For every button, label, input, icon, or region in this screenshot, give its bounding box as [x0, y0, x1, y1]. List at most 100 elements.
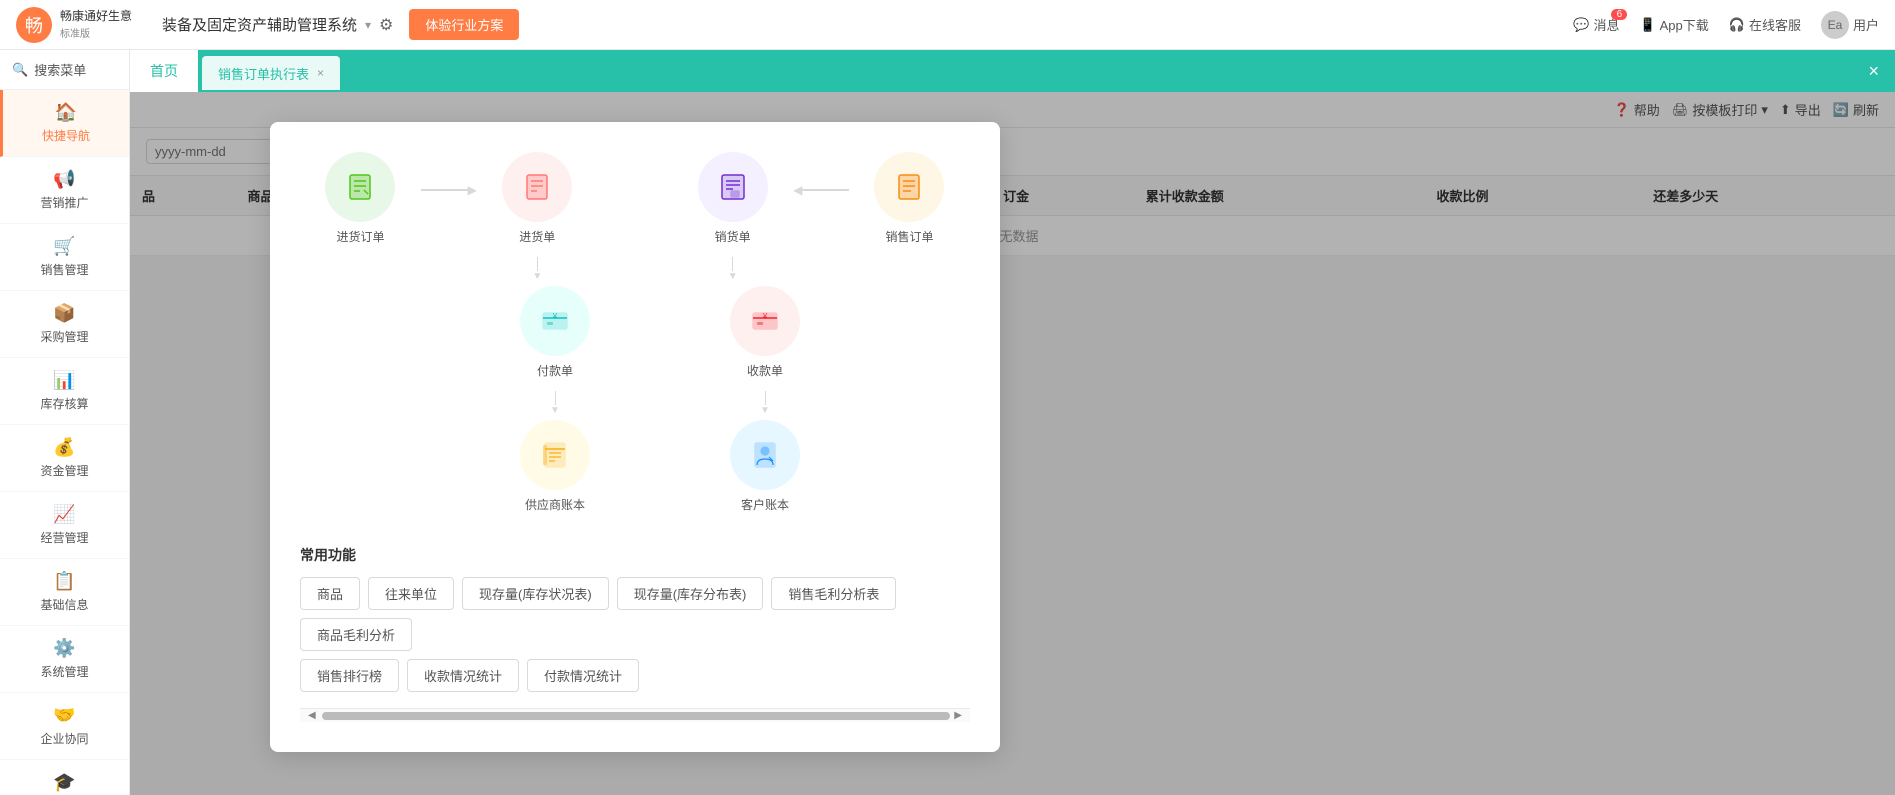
gear-icon[interactable]: ⚙: [379, 15, 393, 35]
megaphone-icon: 📢: [53, 169, 75, 190]
main-content: 首页 销售订单执行表 × × ❓ 帮助 🖨 按模板打印 ▾: [130, 50, 1895, 795]
down-arrow-purchase: ▼: [532, 257, 542, 282]
sidebar-item-quick[interactable]: 🏠 快捷导航: [0, 90, 129, 157]
trend-icon: 📈: [53, 504, 75, 525]
sidebar-item-basic[interactable]: 📋 基础信息: [0, 559, 129, 626]
circle-payment: ¥: [520, 286, 590, 356]
label-purchase-order: 进货订单: [336, 228, 384, 245]
app-download-btn[interactable]: 📱 App下载: [1639, 15, 1708, 34]
tab-sales-order[interactable]: 销售订单执行表 ×: [202, 56, 340, 90]
tab-close-btn[interactable]: ×: [317, 66, 324, 80]
func-btn-stock-dist[interactable]: 现存量(库存分布表): [617, 577, 764, 610]
label-customer-ledger: 客户账本: [741, 496, 789, 513]
sidebar-item-marketing[interactable]: 📢 营销推广: [0, 157, 129, 224]
online-service-btn[interactable]: 🎧 在线客服: [1729, 15, 1801, 34]
node-payment[interactable]: ¥ 付款单: [490, 286, 620, 379]
home-icon: 🏠: [55, 102, 77, 123]
sidebar-item-system[interactable]: ⚙️ 系统管理: [0, 626, 129, 693]
search-icon: 🔍: [12, 62, 28, 78]
cart-icon: 🛒: [53, 236, 75, 257]
flow-row-2: ¥ 付款单: [300, 286, 970, 379]
function-buttons-row2: 销售排行榜 收款情况统计 付款情况统计: [300, 659, 970, 692]
sidebar-item-purchase[interactable]: 📦 采购管理: [0, 291, 129, 358]
search-menu-btn[interactable]: 🔍 搜索菜单: [0, 50, 129, 90]
label-payment: 付款单: [537, 362, 573, 379]
node-purchase-bill[interactable]: 进货单: [477, 152, 598, 245]
sidebar-item-finance[interactable]: 💰 资金管理: [0, 425, 129, 492]
popup-box: 进货订单 ▶: [270, 122, 1000, 752]
flow-arrows-row: ▼ ▼: [300, 253, 970, 286]
sidebar-item-inventory[interactable]: 📊 库存核算: [0, 358, 129, 425]
func-btn-goods[interactable]: 商品: [300, 577, 360, 610]
common-functions-title: 常用功能: [300, 545, 970, 565]
node-receipt[interactable]: ¥ 收款单: [700, 286, 830, 379]
system-title-text: 装备及固定资产辅助管理系统: [162, 14, 357, 35]
headset-icon: 🎧: [1729, 17, 1745, 33]
label-receipt: 收款单: [747, 362, 783, 379]
chart-icon: 📊: [53, 370, 75, 391]
scroll-right-btn[interactable]: ▶: [950, 710, 966, 721]
flow-arrows-row2: ▼ ▼: [300, 387, 970, 420]
func-btn-payment-stats[interactable]: 付款情况统计: [527, 659, 639, 692]
user-area[interactable]: Ea 用户: [1821, 11, 1879, 39]
down-arrow-sales: ▼: [728, 257, 738, 282]
top-header: 畅 畅康通好生意 标准版 装备及固定资产辅助管理系统 ▾ ⚙ 体验行业方案 💬 …: [0, 0, 1895, 50]
function-buttons: 商品 往来单位 现存量(库存状况表) 现存量(库存分布表) 销售毛利分析表 商品…: [300, 577, 970, 651]
func-btn-partner[interactable]: 往来单位: [368, 577, 454, 610]
message-icon: 💬: [1573, 17, 1589, 33]
node-sales-bill[interactable]: 销货单: [672, 152, 793, 245]
circle-sales-bill: [698, 152, 768, 222]
tabs-bar: 首页 销售订单执行表 × ×: [130, 50, 1895, 92]
sidebar-item-coop[interactable]: 🤝 企业协同: [0, 693, 129, 760]
down-arrow-payment: ▼: [550, 391, 560, 416]
box-icon: 📦: [53, 303, 75, 324]
handshake-icon: 🤝: [53, 705, 75, 726]
label-sales-bill: 销货单: [715, 228, 751, 245]
sidebar-item-operation[interactable]: 📈 经营管理: [0, 492, 129, 559]
func-btn-sales-profit[interactable]: 销售毛利分析表: [771, 577, 896, 610]
message-btn[interactable]: 💬 消息 6: [1573, 15, 1619, 34]
guide-icon: 🎓: [53, 772, 75, 793]
settings-icon: ⚙️: [53, 638, 75, 659]
logo-sub: 标准版: [60, 25, 132, 40]
header-right: 💬 消息 6 📱 App下载 🎧 在线客服 Ea 用户: [1573, 11, 1879, 39]
sidebar-item-sales[interactable]: 🛒 销售管理: [0, 224, 129, 291]
circle-supplier-ledger: [520, 420, 590, 490]
close-all-tabs-btn[interactable]: ×: [1852, 61, 1895, 82]
tab-home[interactable]: 首页: [130, 50, 198, 92]
node-customer-ledger[interactable]: 客户账本: [700, 420, 830, 513]
message-badge: 6: [1611, 9, 1627, 20]
main-layout: 🔍 搜索菜单 🏠 快捷导航 📢 营销推广 🛒 销售管理 📦 采购管理 📊 库存核…: [0, 50, 1895, 795]
system-title: 装备及固定资产辅助管理系统 ▾: [162, 14, 371, 35]
flow-diagram: 进货订单 ▶: [300, 152, 970, 521]
down-arrow-receipt: ▼: [760, 391, 770, 416]
dropdown-arrow-icon[interactable]: ▾: [365, 18, 371, 32]
flow-row-3: 供应商账本: [300, 420, 970, 513]
node-supplier-ledger[interactable]: 供应商账本: [490, 420, 620, 513]
avatar: Ea: [1821, 11, 1849, 39]
try-btn[interactable]: 体验行业方案: [409, 9, 519, 40]
node-purchase-order[interactable]: 进货订单: [300, 152, 421, 245]
node-sales-order[interactable]: 销售订单: [849, 152, 970, 245]
func-btn-goods-profit[interactable]: 商品毛利分析: [300, 618, 412, 651]
func-btn-sales-rank[interactable]: 销售排行榜: [300, 659, 399, 692]
svg-text:¥: ¥: [552, 312, 558, 321]
sidebar-item-guide[interactable]: 🎓 新手引导: [0, 760, 129, 795]
clipboard-icon: 📋: [53, 571, 75, 592]
circle-customer-ledger: [730, 420, 800, 490]
common-functions-section: 常用功能 商品 往来单位 现存量(库存状况表) 现存量(库存分布表) 销售毛利分…: [300, 545, 970, 692]
popup-overlay: 进货订单 ▶: [130, 92, 1895, 795]
flow-row-1: 进货订单 ▶: [300, 152, 970, 245]
scroll-thumb[interactable]: [322, 712, 951, 720]
sidebar: 🔍 搜索菜单 🏠 快捷导航 📢 营销推广 🛒 销售管理 📦 采购管理 📊 库存核…: [0, 50, 130, 795]
page-body: ❓ 帮助 🖨 按模板打印 ▾ ⬆ 导出 🔄 刷新: [130, 92, 1895, 795]
label-supplier-ledger: 供应商账本: [525, 496, 585, 513]
logo-text: 畅康通好生意: [60, 9, 132, 25]
circle-sales-order: [874, 152, 944, 222]
circle-receipt: ¥: [730, 286, 800, 356]
func-btn-receipt-stats[interactable]: 收款情况统计: [407, 659, 519, 692]
logo-icon: 畅: [16, 7, 52, 43]
scroll-left-btn[interactable]: ◀: [304, 710, 320, 721]
func-btn-stock-status[interactable]: 现存量(库存状况表): [462, 577, 609, 610]
circle-purchase-order: [325, 152, 395, 222]
